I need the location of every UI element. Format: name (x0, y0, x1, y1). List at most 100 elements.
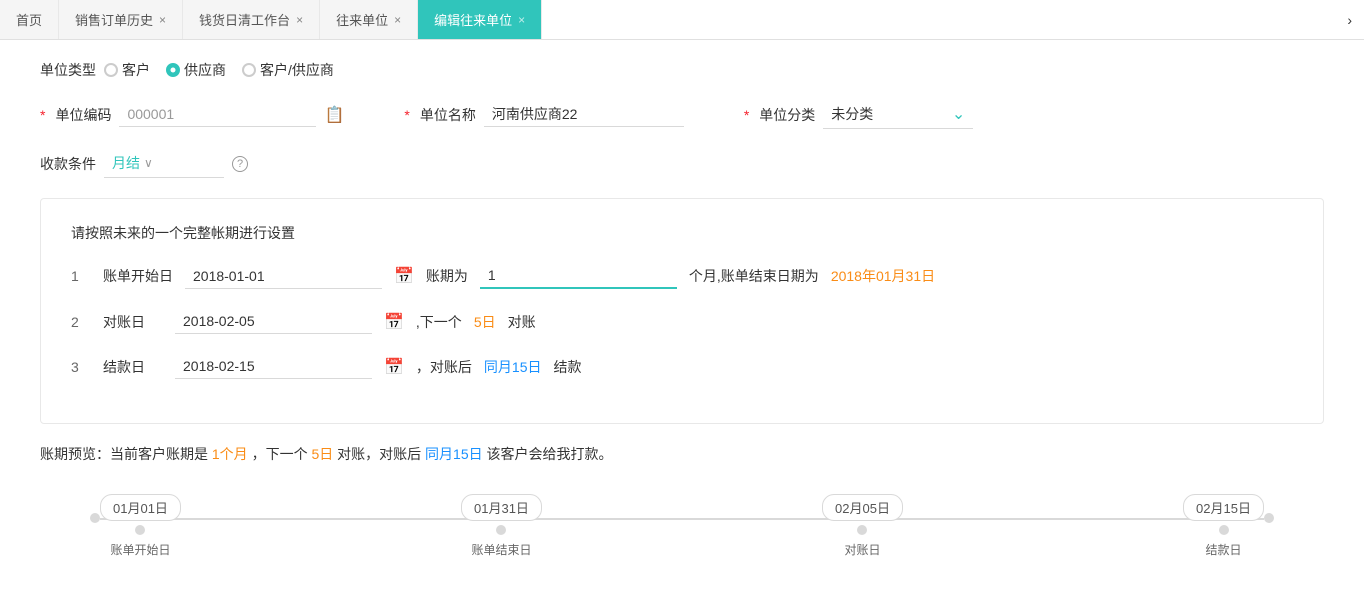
tab-partner-label: 往来单位 (336, 10, 388, 29)
tab-home[interactable]: 首页 (0, 0, 59, 39)
timeline-label-3: 对账日 (844, 541, 880, 558)
timeline-badge-4: 02月15日 (1183, 494, 1264, 521)
period-date-input-3[interactable] (175, 354, 372, 379)
classify-label: 单位分类 (759, 105, 815, 125)
unit-type-group: 单位类型 客户 供应商 客户/供应商 (40, 60, 334, 80)
classify-required-star: * (744, 107, 749, 123)
timeline-dot-3 (857, 525, 867, 535)
period-date-input-2[interactable] (175, 309, 372, 334)
name-group: * 单位名称 (404, 102, 683, 127)
timeline-label-4: 结款日 (1206, 541, 1242, 558)
close-partner-icon[interactable]: × (394, 13, 401, 27)
radio-supplier-label: 供应商 (184, 60, 226, 80)
code-required-star: * (40, 107, 45, 123)
code-label: 单位编码 (55, 105, 111, 125)
classify-arrow-icon: ⌄ (952, 104, 965, 124)
main-content: 单位类型 客户 供应商 客户/供应商 * 单位编码 (0, 40, 1364, 608)
radio-customer[interactable]: 客户 (104, 60, 150, 80)
close-sales-history-icon[interactable]: × (159, 13, 166, 27)
timeline-point-4: 02月15日 结款日 (1183, 494, 1264, 558)
preview-section: 账期预览：当前客户账期是 1个月 ，下一个 5日 对账，对账后 同月15日 该客… (40, 444, 1324, 464)
name-label: 单位名称 (420, 105, 476, 125)
timeline-dot-2 (496, 525, 506, 535)
period-row-1: 1 账单开始日 📅 账期为 个月,账单结束日期为 2018年01月31日 (71, 263, 1293, 289)
period-num-1: 1 (71, 268, 91, 284)
timeline-label-2: 账单结束日 (471, 541, 531, 558)
tab-edit-partner-label: 编辑往来单位 (434, 10, 512, 29)
period-day-highlight-2: 5日 (474, 312, 496, 332)
period-num-3: 3 (71, 359, 91, 375)
payment-row: 收款条件 月结 ∨ ? (40, 149, 1324, 178)
name-required-star: * (404, 107, 409, 123)
timeline-badge-2: 01月31日 (461, 494, 542, 521)
payment-value: 月结 (112, 153, 140, 173)
timeline-label-1: 账单开始日 (110, 541, 170, 558)
classify-group: * 单位分类 未分类 ⌄ (744, 100, 973, 129)
cal-icon-1[interactable]: 📅 (394, 266, 414, 286)
radio-customer-label: 客户 (122, 60, 150, 80)
cal-icon-2[interactable]: 📅 (384, 312, 404, 332)
period-suffix-before-1: 账期为 (426, 266, 468, 286)
classify-dropdown[interactable]: 未分类 ⌄ (823, 100, 973, 129)
period-suffix-3: 结款 (554, 357, 582, 377)
payment-group: 收款条件 月结 ∨ ? (40, 149, 248, 178)
tab-sales-history-label: 销售订单历史 (75, 10, 153, 29)
payment-label: 收款条件 (40, 154, 96, 174)
timeline-right-dot (1264, 513, 1274, 523)
radio-both-circle (242, 63, 256, 77)
copy-icon[interactable]: 📋 (324, 105, 344, 125)
preview-part2: 5日 (311, 446, 333, 462)
chevron-right-icon: › (1347, 12, 1352, 28)
tab-cash-work-label: 钱货日清工作台 (199, 10, 290, 29)
timeline-badge-3: 02月05日 (822, 494, 903, 521)
code-name-row: * 单位编码 📋 * 单位名称 * 单位分类 未分类 ⌄ (40, 100, 1324, 129)
cal-icon-3[interactable]: 📅 (384, 357, 404, 377)
radio-supplier[interactable]: 供应商 (166, 60, 226, 80)
classify-value: 未分类 (831, 104, 948, 124)
tab-sales-history[interactable]: 销售订单历史 × (59, 0, 183, 39)
period-date-input-1[interactable] (185, 264, 382, 289)
timeline-point-3: 02月05日 对账日 (822, 494, 903, 558)
period-label-3: 结款日 (103, 357, 163, 377)
period-title: 请按照未来的一个完整帐期进行设置 (71, 223, 1293, 243)
close-edit-partner-icon[interactable]: × (518, 13, 525, 27)
timeline-badge-1: 01月01日 (100, 494, 181, 521)
help-icon[interactable]: ? (232, 156, 248, 172)
payment-dropdown[interactable]: 月结 ∨ (104, 149, 224, 178)
timeline-dot-1 (135, 525, 145, 535)
tab-cash-work[interactable]: 钱货日清工作台 × (183, 0, 320, 39)
timeline-left-dot (90, 513, 100, 523)
tab-more-button[interactable]: › (1335, 0, 1364, 39)
unit-type-row: 单位类型 客户 供应商 客户/供应商 (40, 60, 1324, 80)
preview-part2-text: ，下一个 (252, 446, 308, 462)
radio-supplier-circle (166, 63, 180, 77)
period-months-input[interactable] (480, 263, 677, 289)
period-prefix-2: ,下一个 (416, 312, 462, 332)
radio-customer-circle (104, 63, 118, 77)
code-input[interactable] (119, 102, 316, 127)
radio-group: 客户 供应商 客户/供应商 (104, 60, 334, 80)
preview-part1: 1个月 (212, 446, 248, 462)
period-suffix-after-1: 个月,账单结束日期为 (689, 266, 819, 286)
preview-part4-text: 该客户会给我打款。 (487, 446, 613, 462)
period-row-2: 2 对账日 📅 ,下一个 5日 对账 (71, 309, 1293, 334)
name-input[interactable] (484, 102, 684, 127)
period-prefix-3: ，对账后 (416, 357, 472, 377)
period-suffix-2: 对账 (508, 312, 536, 332)
period-label-2: 对账日 (103, 312, 163, 332)
tab-bar: 首页 销售订单历史 × 钱货日清工作台 × 往来单位 × 编辑往来单位 × › (0, 0, 1364, 40)
code-group: * 单位编码 📋 (40, 102, 344, 127)
preview-part3: 同月15日 (425, 446, 483, 462)
preview-label: 账期预览：当前客户账期是 (40, 446, 208, 462)
payment-dropdown-arrow: ∨ (144, 156, 153, 170)
unit-type-label: 单位类型 (40, 60, 96, 80)
tab-partner[interactable]: 往来单位 × (320, 0, 418, 39)
timeline-point-1: 01月01日 账单开始日 (100, 494, 181, 558)
preview-part3-text: 对账，对账后 (337, 446, 421, 462)
radio-both-label: 客户/供应商 (260, 60, 334, 80)
timeline-dot-4 (1219, 525, 1229, 535)
close-cash-work-icon[interactable]: × (296, 13, 303, 27)
tab-home-label: 首页 (16, 10, 42, 29)
tab-edit-partner[interactable]: 编辑往来单位 × (418, 0, 542, 39)
radio-both[interactable]: 客户/供应商 (242, 60, 334, 80)
